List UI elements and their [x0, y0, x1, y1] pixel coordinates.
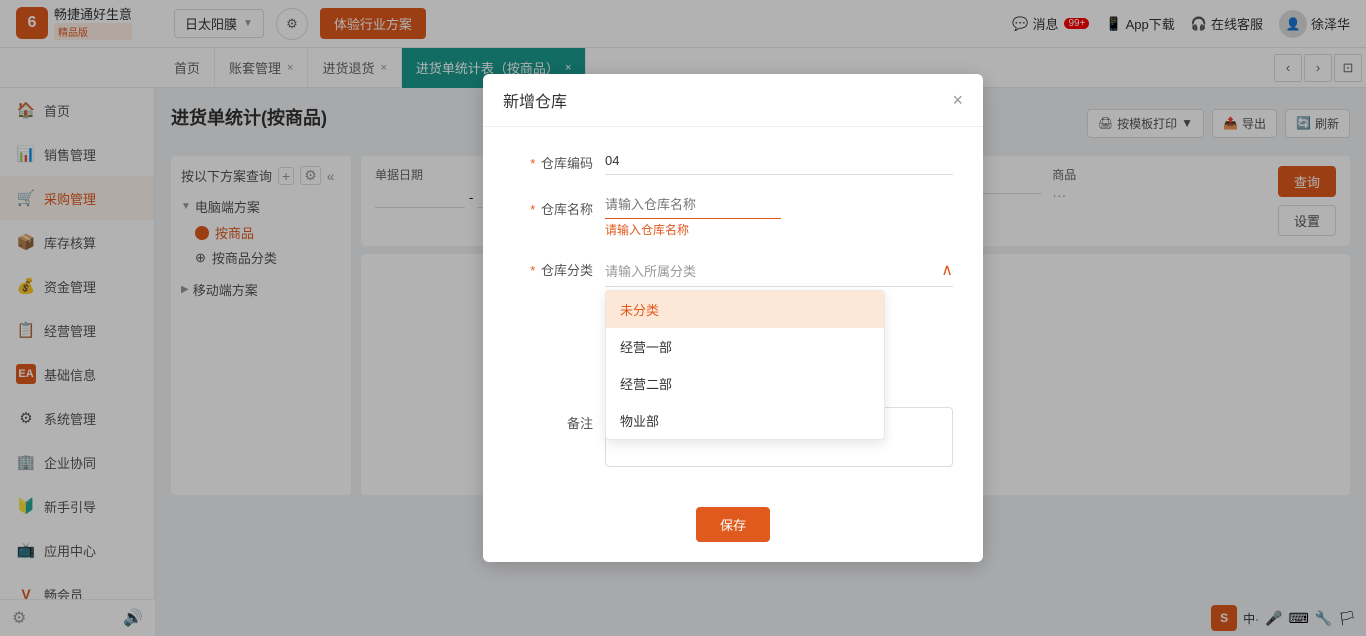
dropdown-item-dept2[interactable]: 经营二部 [606, 365, 884, 402]
dropdown-item-property[interactable]: 物业部 [606, 402, 884, 439]
category-label: * 仓库分类 [513, 254, 593, 279]
category-placeholder: 请输入所属分类 [605, 261, 696, 280]
code-required-star: * [530, 156, 535, 171]
new-warehouse-modal: 新增仓库 × * 仓库编码 * 仓库名称 请输入仓库名称 [483, 74, 983, 562]
modal-footer: 保存 [483, 503, 983, 542]
modal-title: 新增仓库 [503, 88, 567, 112]
code-field-row: * 仓库编码 [513, 147, 953, 175]
dropdown-item-dept1[interactable]: 经营一部 [606, 328, 884, 365]
name-error-msg: 请输入仓库名称 [513, 221, 689, 238]
category-dropdown: 未分类 经营一部 经营二部 物业部 [605, 290, 885, 440]
code-label: * 仓库编码 [513, 147, 593, 172]
category-field-row: * 仓库分类 请输入所属分类 ∧ 未分类 经营一部 经营二部 物业部 [513, 254, 953, 287]
category-arrow-icon: ∧ [941, 260, 953, 280]
name-field-row: * 仓库名称 请输入仓库名称 [513, 191, 953, 238]
remark-label: 备注 [513, 407, 593, 432]
modal-header: 新增仓库 × [483, 74, 983, 127]
code-input[interactable] [605, 147, 953, 175]
category-select[interactable]: 请输入所属分类 ∧ [605, 254, 953, 287]
category-required-star: * [530, 263, 535, 278]
modal-body: * 仓库编码 * 仓库名称 请输入仓库名称 * 仓库分类 请输入所属 [483, 127, 983, 503]
dropdown-item-uncategorized[interactable]: 未分类 [606, 291, 884, 328]
name-input[interactable] [605, 191, 781, 219]
name-required-star: * [530, 202, 535, 217]
save-button[interactable]: 保存 [696, 507, 770, 542]
modal-close-button[interactable]: × [952, 90, 963, 111]
name-label: * 仓库名称 [513, 193, 593, 218]
